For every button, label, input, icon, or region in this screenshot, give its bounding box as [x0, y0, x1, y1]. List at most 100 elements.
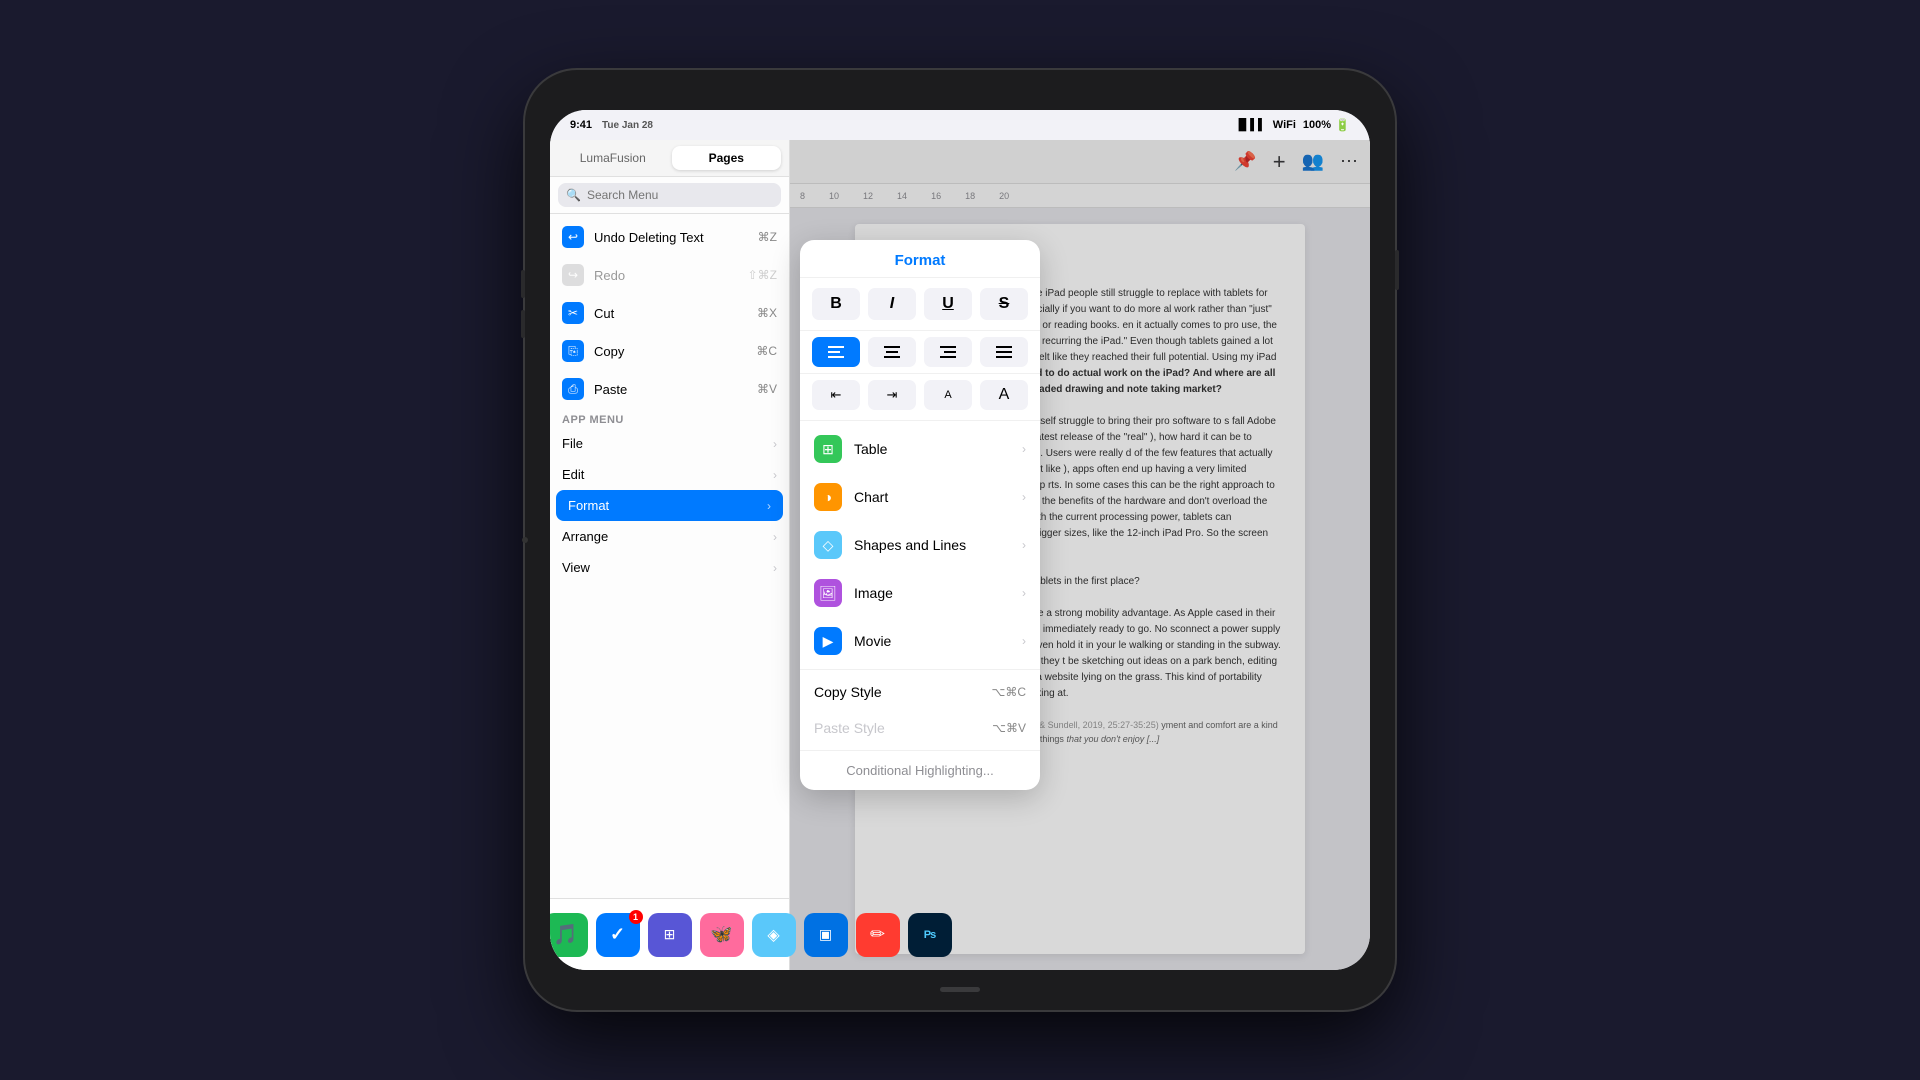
format-table-item[interactable]: ⊞ Table › — [800, 425, 1040, 473]
indent-increase-button[interactable]: ⇥ — [868, 380, 916, 410]
copy-label: Copy — [594, 344, 746, 359]
menu-item-format[interactable]: Format › — [556, 490, 783, 521]
format-movie-item[interactable]: ▶ Movie › — [800, 617, 1040, 665]
wifi-icon: WiFi — [1273, 119, 1296, 131]
align-right-button[interactable] — [924, 337, 972, 367]
spotify-icon: 🎵 — [553, 922, 578, 947]
image-label: Image — [854, 585, 1010, 601]
dock-bar: ▶ 🎸 ⭐ 🎵 ✓ 1 ⊞ — [550, 898, 789, 970]
format-image-item[interactable]: 🖼 Image › — [800, 569, 1040, 617]
paste-style-shortcut: ⌥⌘V — [992, 721, 1026, 735]
movie-chevron: › — [1022, 634, 1026, 648]
volume-up-button[interactable] — [521, 270, 525, 298]
edit-chevron: › — [773, 468, 777, 482]
search-input[interactable] — [587, 188, 773, 202]
menu-list: ↩ Undo Deleting Text ⌘Z ↪ Redo ⇧⌘Z ✂ Cut — [550, 214, 789, 970]
font-smaller-button[interactable]: A — [924, 380, 972, 410]
chart-chevron: › — [1022, 490, 1026, 504]
underline-button[interactable]: U — [924, 288, 972, 320]
table-icon: ⊞ — [814, 435, 842, 463]
ipad-screen: 9:41 Tue Jan 28 ▐▌▌▌ WiFi 100% 🔋 LumaFus… — [550, 110, 1370, 970]
file-label: File — [562, 436, 763, 451]
tab-lumafusion[interactable]: LumaFusion — [558, 146, 668, 170]
dock-app-overflow[interactable]: ⊞ — [648, 913, 692, 957]
chart-icon: ◑ — [814, 483, 842, 511]
date-display: Tue Jan 28 — [602, 120, 653, 131]
app-menu-header: APP MENU — [550, 408, 789, 428]
menu-item-paste[interactable]: ⎙ Paste ⌘V — [550, 370, 789, 408]
tab-pages[interactable]: Pages — [672, 146, 782, 170]
screen-content: LumaFusion Pages 🔍 ↩ Undo Deleting Text — [550, 140, 1370, 970]
search-icon: 🔍 — [566, 188, 581, 202]
front-camera — [522, 537, 528, 543]
shapes-icon: ◇ — [814, 531, 842, 559]
copy-style-item[interactable]: Copy Style ⌥⌘C — [800, 674, 1040, 710]
align-center-button[interactable] — [868, 337, 916, 367]
conditional-highlighting[interactable]: Conditional Highlighting... — [800, 750, 1040, 790]
indent-decrease-button[interactable]: ⇤ — [812, 380, 860, 410]
pockity-icon: 🦋 — [710, 924, 732, 945]
paste-style-item[interactable]: Paste Style ⌥⌘V — [800, 710, 1040, 746]
menu-item-file[interactable]: File › — [550, 428, 789, 459]
redo-shortcut: ⇧⌘Z — [748, 268, 777, 282]
file-chevron: › — [773, 437, 777, 451]
undo-label: Undo Deleting Text — [594, 230, 748, 245]
menu-item-arrange[interactable]: Arrange › — [550, 521, 789, 552]
tab-switcher: LumaFusion Pages — [550, 140, 789, 177]
table-chevron: › — [1022, 442, 1026, 456]
menu-item-edit[interactable]: Edit › — [550, 459, 789, 490]
shapes-label: Shapes and Lines — [854, 537, 1010, 553]
status-right: ▐▌▌▌ WiFi 100% 🔋 — [1235, 118, 1350, 132]
dock-app-tasks[interactable]: ✓ 1 — [596, 913, 640, 957]
dock-app-pencil[interactable]: ✏ — [856, 913, 900, 957]
volume-down-button[interactable] — [521, 310, 525, 338]
redo-icon: ↪ — [562, 264, 584, 286]
view-chevron: › — [773, 561, 777, 575]
menu-item-undo[interactable]: ↩ Undo Deleting Text ⌘Z — [550, 218, 789, 256]
photoshop-icon: Ps — [924, 929, 935, 941]
align-justify-button[interactable] — [980, 337, 1028, 367]
dock-app-pockity[interactable]: 🦋 — [700, 913, 744, 957]
font-larger-button[interactable]: A — [980, 380, 1028, 410]
format-panel-title: Format — [800, 240, 1040, 278]
format-menu-list: ⊞ Table › ◑ Chart › ◇ Shapes and Lines › — [800, 421, 1040, 750]
format-align-buttons — [800, 331, 1040, 374]
dock-app-screens[interactable]: ◈ — [752, 913, 796, 957]
ipad-frame: 9:41 Tue Jan 28 ▐▌▌▌ WiFi 100% 🔋 LumaFus… — [525, 70, 1395, 1010]
format-text-buttons: B I U S — [800, 278, 1040, 331]
movie-icon: ▶ — [814, 627, 842, 655]
italic-button[interactable]: I — [868, 288, 916, 320]
left-panel: LumaFusion Pages 🔍 ↩ Undo Deleting Text — [550, 140, 790, 970]
signal-icon: ▐▌▌▌ — [1235, 119, 1266, 131]
copy-style-shortcut: ⌥⌘C — [992, 685, 1027, 699]
overflow-icon: ⊞ — [664, 926, 676, 943]
menu-item-copy[interactable]: ⎘ Copy ⌘C — [550, 332, 789, 370]
menu-item-redo[interactable]: ↪ Redo ⇧⌘Z — [550, 256, 789, 294]
home-indicator[interactable] — [940, 987, 980, 992]
image-chevron: › — [1022, 586, 1026, 600]
cut-shortcut: ⌘X — [757, 306, 777, 320]
paste-icon: ⎙ — [562, 378, 584, 400]
search-container: 🔍 — [550, 177, 789, 214]
align-left-button[interactable] — [812, 337, 860, 367]
movie-label: Movie — [854, 633, 1010, 649]
dock-app-spotify[interactable]: 🎵 — [550, 913, 588, 957]
view-label: View — [562, 560, 763, 575]
power-button[interactable] — [1395, 250, 1399, 290]
edit-label: Edit — [562, 467, 763, 482]
dock-app-keynote[interactable]: ▣ — [804, 913, 848, 957]
search-box: 🔍 — [558, 183, 781, 207]
keynote-icon: ▣ — [819, 926, 832, 943]
strikethrough-button[interactable]: S — [980, 288, 1028, 320]
bold-button[interactable]: B — [812, 288, 860, 320]
battery-display: 100% — [1303, 119, 1331, 131]
format-indent-row: ⇤ ⇥ A A — [800, 374, 1040, 421]
format-chart-item[interactable]: ◑ Chart › — [800, 473, 1040, 521]
battery-icon: 🔋 — [1335, 118, 1350, 132]
menu-item-cut[interactable]: ✂ Cut ⌘X — [550, 294, 789, 332]
pencil-icon: ✏ — [870, 924, 885, 945]
menu-item-view[interactable]: View › — [550, 552, 789, 583]
status-time: 9:41 Tue Jan 28 — [570, 119, 653, 131]
format-shapes-item[interactable]: ◇ Shapes and Lines › — [800, 521, 1040, 569]
dock-app-photoshop[interactable]: Ps — [908, 913, 952, 957]
